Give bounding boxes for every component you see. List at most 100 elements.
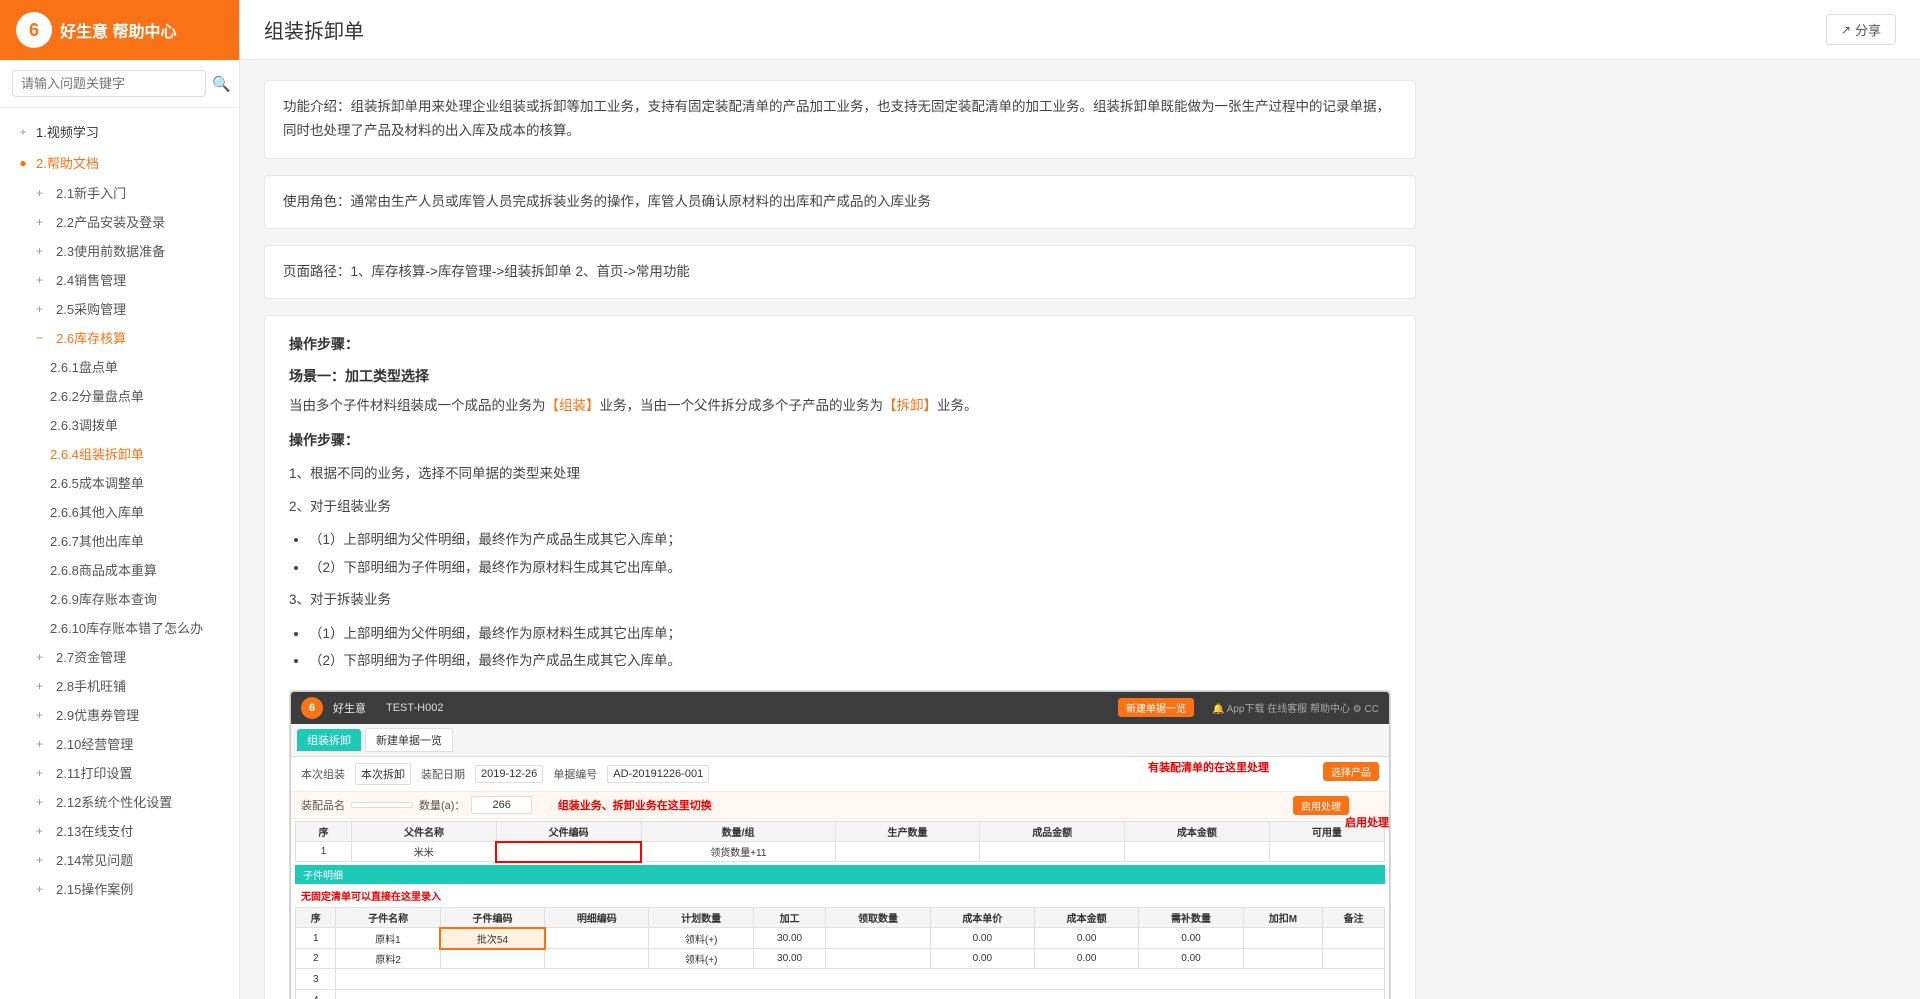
sidebar-item-265[interactable]: 2.6.5成本调整单 <box>50 468 239 497</box>
sidebar-item-2[interactable]: ● 2.帮助文档 <box>0 147 239 178</box>
sim-annotation3: 启用处理 <box>1345 814 1389 830</box>
sim-lower-table-wrapper: 序 子件名称 子件编码 明细编码 计划数量 加工 领取数量 成本单价 成本金额 <box>295 907 1385 999</box>
share-button[interactable]: ↗ 分享 <box>1826 14 1896 45</box>
sim-upper-table-wrapper: 序 父件名称 父件编码 数量/组 生产数量 成品金额 成本金额 可用量 <box>295 821 1385 863</box>
th-product-amt: 成品金额 <box>980 821 1125 842</box>
ltd-name1: 原料1 <box>336 928 440 949</box>
sidebar-item-263[interactable]: 2.6.3调拨单 <box>50 410 239 439</box>
main-content: 组装拆卸单 ↗ 分享 功能介绍：组装拆卸单用来处理企业组装或拆卸等加工业务，支持… <box>240 0 1920 999</box>
td-avail <box>1269 842 1384 862</box>
step2-item2: （2）下部明细为子件明细，最终作为原材料生成其它出库单。 <box>309 555 1391 581</box>
sidebar-item-2610[interactable]: 2.6.10库存账本错了怎么办 <box>50 613 239 642</box>
sidebar-item-215[interactable]: + 2.15操作案例 <box>0 874 239 903</box>
ltd-adj1 <box>1243 928 1323 949</box>
assembly-term: 【组装】 <box>546 398 600 413</box>
step2-title: 2、对于组装业务 <box>289 495 1391 519</box>
sim-app-header: 6 好生意 TEST-H002 新建单据一览 🔔 App下载 在线客服 帮助中心… <box>291 692 1389 724</box>
lth-name: 子件名称 <box>336 907 440 928</box>
ltd-cprice2: 0.00 <box>930 949 1034 969</box>
sidebar-item-1[interactable]: + 1.视频学习 <box>0 116 239 147</box>
sim-section-separator: 子件明细 <box>295 865 1385 884</box>
sim-doctype-label: 本次组装 <box>301 766 345 782</box>
ltd-supp2: 0.00 <box>1139 949 1243 969</box>
sidebar-item-25[interactable]: + 2.5采购管理 <box>0 294 239 323</box>
sidebar-item-21[interactable]: + 2.1新手入门 <box>0 178 239 207</box>
sidebar-item-210[interactable]: + 2.10经营管理 <box>0 729 239 758</box>
sim-date-label: 装配日期 <box>421 766 465 782</box>
sim-icons: 🔔 App下载 在线客服 帮助中心 ⚙ CC <box>1212 700 1379 715</box>
screenshot-inner: 6 好生意 TEST-H002 新建单据一览 🔔 App下载 在线客服 帮助中心… <box>290 691 1390 999</box>
sidebar-item-214[interactable]: + 2.14常见问题 <box>0 845 239 874</box>
sim-qty-label: 数量(a)： <box>419 797 465 813</box>
sim-tab-active[interactable]: 组装拆卸 <box>297 729 361 751</box>
sim-product-field[interactable] <box>351 802 413 808</box>
sim-process-btn[interactable]: 启用处理 <box>1293 796 1349 815</box>
content-area: 功能介绍：组装拆卸单用来处理企业组装或拆卸等加工业务，支持有固定装配清单的产品加… <box>240 60 1440 999</box>
ltd-detail1 <box>545 928 649 949</box>
table-row: 1 米米 领货数量+11 <box>296 842 1385 862</box>
sidebar-item-212[interactable]: + 2.12系统个性化设置 <box>0 787 239 816</box>
sim-app-name: 好生意 <box>333 700 366 716</box>
td-seq: 1 <box>296 842 352 862</box>
info-block-3: 页面路径：1、库存核算->库存管理->组装拆卸单 2、首页->常用功能 <box>264 245 1416 299</box>
sidebar-item-213[interactable]: + 2.13在线支付 <box>0 816 239 845</box>
ltd-seq2: 2 <box>296 949 336 969</box>
td-qtyper: 领货数量+11 <box>641 842 835 862</box>
search-icon[interactable]: 🔍 <box>212 75 231 93</box>
sim-order-value[interactable]: AD-20191226-001 <box>607 765 709 783</box>
sidebar-item-266[interactable]: 2.6.6其他入库单 <box>50 497 239 526</box>
lower-table-row: 4 <box>296 990 1385 999</box>
ltd-seq4: 4 <box>296 990 336 999</box>
ltd-seq3: 3 <box>296 969 336 990</box>
sidebar-item-22[interactable]: + 2.2产品安装及登录 <box>0 207 239 236</box>
td-code <box>496 842 641 862</box>
main-header: 组装拆卸单 ↗ 分享 <box>240 0 1920 60</box>
sim-date-value[interactable]: 2019-12-26 <box>475 765 543 783</box>
sidebar-item-262[interactable]: 2.6.2分量盘点单 <box>50 381 239 410</box>
lth-adjust: 加扣M <box>1243 907 1323 928</box>
sim-qty-value[interactable]: 266 <box>471 796 531 814</box>
sidebar-item-27[interactable]: + 2.7资金管理 <box>0 642 239 671</box>
th-parent-code: 父件编码 <box>496 821 641 842</box>
sidebar-item-269[interactable]: 2.6.9库存账本查询 <box>50 584 239 613</box>
sim-select-product-btn[interactable]: 选择产品 <box>1323 762 1379 781</box>
sim-section-label: 子件明细 <box>303 867 343 882</box>
steps-title: 操作步骤： <box>289 430 1391 450</box>
search-input[interactable] <box>12 70 206 97</box>
scenario1-title: 场景一：加工类型选择 <box>289 366 1391 386</box>
info-block-1: 功能介绍：组装拆卸单用来处理企业组装或拆卸等加工业务，支持有固定装配清单的产品加… <box>264 80 1416 159</box>
sidebar-item-29[interactable]: + 2.9优惠券管理 <box>0 700 239 729</box>
sidebar-item-261[interactable]: 2.6.1盘点单 <box>50 352 239 381</box>
sim-tab-inactive[interactable]: 新建单据一览 <box>365 728 453 752</box>
sim-annotation1: 有装配清单的在这里处理 <box>1148 759 1269 775</box>
ltd-take1 <box>826 928 930 949</box>
sidebar-item-23[interactable]: + 2.3使用前数据准备 <box>0 236 239 265</box>
sim-doctype-select[interactable]: 本次拆卸 <box>355 763 411 785</box>
lth-supplement: 需补数量 <box>1139 907 1243 928</box>
ltd-supp1: 0.00 <box>1139 928 1243 949</box>
ltd-cprice1: 0.00 <box>930 928 1034 949</box>
th-prod-qty: 生产数量 <box>835 821 980 842</box>
td-prodqty <box>835 842 980 862</box>
sidebar-item-24[interactable]: + 2.4销售管理 <box>0 265 239 294</box>
sim-new-btn[interactable]: 新建单据一览 <box>1118 698 1194 717</box>
step2-item1: （1）上部明细为父件明细，最终作为产成品生成其它入库单； <box>309 527 1391 553</box>
lth-remark: 备注 <box>1323 907 1385 928</box>
sidebar-item-28[interactable]: + 2.8手机旺铺 <box>0 671 239 700</box>
sidebar-item-211[interactable]: + 2.11打印设置 <box>0 758 239 787</box>
info-block-2: 使用角色：通常由生产人员或库管人员完成拆装业务的操作，库管人员确认原材料的出库和… <box>264 175 1416 229</box>
sidebar-item-268[interactable]: 2.6.8商品成本重算 <box>50 555 239 584</box>
sidebar-item-267[interactable]: 2.6.7其他出库单 <box>50 526 239 555</box>
ltd-proc1: 30.00 <box>753 928 825 949</box>
lth-process: 加工 <box>753 907 825 928</box>
sidebar-item-264[interactable]: 2.6.4组装拆卸单 <box>50 439 239 468</box>
sim-annotation4: 无固定清单可以直接在这里录入 <box>301 892 441 903</box>
ltd-adj2 <box>1243 949 1323 969</box>
search-box: 🔍 <box>0 60 239 108</box>
step3-item1: （1）上部明细为父件明细，最终作为原材料生成其它出库单； <box>309 621 1391 647</box>
sim-field-label: 装配品名 <box>301 797 345 813</box>
sim-upper-table: 序 父件名称 父件编码 数量/组 生产数量 成品金额 成本金额 可用量 <box>295 821 1385 863</box>
ltd-camt1: 0.00 <box>1034 928 1138 949</box>
th-cost-amt: 成本金额 <box>1125 821 1270 842</box>
sidebar-item-26[interactable]: − 2.6库存核算 <box>0 323 239 352</box>
